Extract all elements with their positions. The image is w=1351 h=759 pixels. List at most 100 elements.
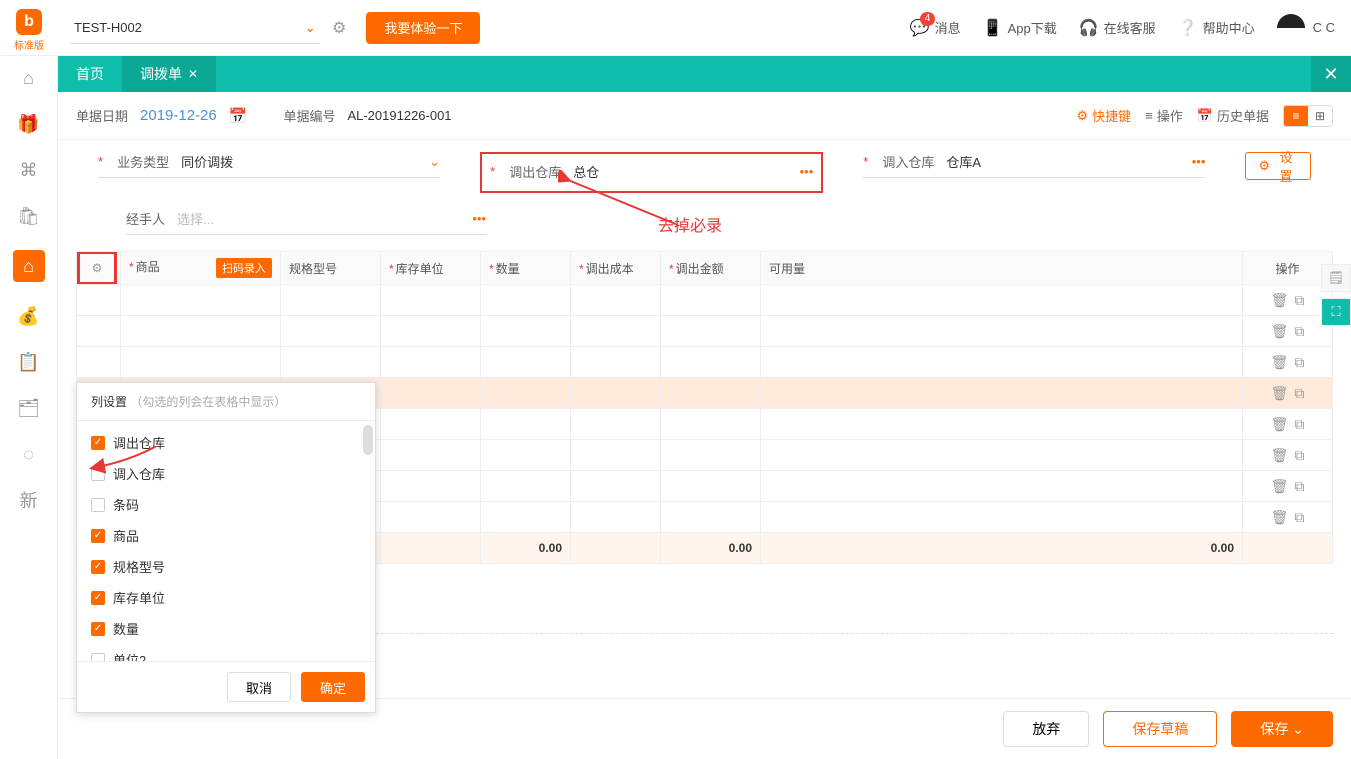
col-out-cost[interactable]: *调出成本 (571, 252, 661, 285)
delete-icon[interactable]: 🗑 (1271, 292, 1289, 308)
biz-type-field[interactable]: * 业务类型 同价调拨 ⌄ (98, 152, 440, 178)
table-row[interactable]: 🗑⧉ (77, 316, 1333, 347)
copy-icon[interactable]: ⧉ (1294, 416, 1304, 432)
doc-date-value[interactable]: 2019-12-26 (140, 107, 217, 124)
checkbox-icon[interactable]: ✓ (91, 622, 105, 636)
online-service-link[interactable]: 🎧 在线客服 (1079, 18, 1156, 38)
column-option[interactable]: 调入仓库 (77, 458, 375, 489)
delete-icon[interactable]: 🗑 (1271, 509, 1289, 525)
scrollbar-thumb[interactable] (363, 425, 373, 455)
popover-hint: （勾选的列会在表格中显示） (130, 395, 286, 409)
rail-tag-icon[interactable]: ⌘ (17, 158, 41, 182)
help-icon: ❔ (1178, 18, 1198, 38)
close-all-tabs-icon[interactable]: ✕ (1311, 56, 1351, 92)
copy-icon[interactable]: ⧉ (1294, 447, 1304, 463)
delete-icon[interactable]: 🗑 (1271, 447, 1289, 463)
save-draft-button[interactable]: 保存草稿 (1103, 711, 1217, 747)
gear-icon: ⚙ (1258, 158, 1270, 174)
in-warehouse-field[interactable]: * 调入仓库 仓库A ••• (863, 152, 1205, 178)
messages-badge: 4 (920, 12, 936, 26)
scan-input-tag[interactable]: 扫码录入 (216, 258, 272, 278)
out-warehouse-field[interactable]: * 调出仓库 总仓 ••• (480, 152, 823, 193)
table-row[interactable]: 🗑⧉ (77, 285, 1333, 316)
handler-field[interactable]: 经手人 选择... ••• (126, 209, 486, 235)
view-grid-icon[interactable]: ⊞ (1308, 106, 1332, 126)
rail-contacts-icon[interactable]: 🗂 (17, 396, 41, 420)
chevron-down-icon[interactable]: ⌄ (429, 154, 440, 170)
copy-icon[interactable]: ⧉ (1294, 292, 1304, 308)
checkbox-icon[interactable]: ✓ (91, 591, 105, 605)
doc-no-label: 单据编号 (283, 106, 335, 125)
delete-icon[interactable]: 🗑 (1271, 354, 1289, 370)
table-row[interactable]: 🗑⧉ (77, 347, 1333, 378)
col-out-amount[interactable]: *调出金额 (661, 252, 761, 285)
tab-transfer-order[interactable]: 调拨单 ✕ (122, 56, 216, 92)
delete-icon[interactable]: 🗑 (1271, 416, 1289, 432)
popover-confirm-button[interactable]: 确定 (301, 672, 365, 702)
close-icon[interactable]: ✕ (188, 67, 198, 81)
tab-home[interactable]: 首页 (58, 56, 122, 92)
rail-money-icon[interactable]: 💰 (17, 304, 41, 328)
popover-cancel-button[interactable]: 取消 (227, 672, 291, 702)
messages-link[interactable]: 💬 消息 4 (910, 18, 961, 38)
delete-icon[interactable]: 🗑 (1271, 385, 1289, 401)
copy-icon[interactable]: ⧉ (1294, 385, 1304, 401)
rail-more-icon[interactable]: ◌ (17, 442, 41, 466)
side-expand-icon[interactable]: ⛶ (1321, 298, 1351, 326)
checkbox-icon[interactable]: ✓ (91, 560, 105, 574)
column-option[interactable]: ✓商品 (77, 520, 375, 551)
rail-bag-icon[interactable]: 🛍 (17, 204, 41, 228)
save-button[interactable]: 保存 ⌄ (1231, 711, 1333, 747)
experience-button[interactable]: 我要体验一下 (366, 12, 480, 44)
checkbox-icon[interactable] (91, 498, 105, 512)
col-unit[interactable]: *库存单位 (381, 252, 481, 285)
operate-action[interactable]: ≡操作 (1145, 106, 1183, 125)
gear-icon[interactable]: ⚙ (332, 18, 346, 38)
col-available[interactable]: 可用量 (761, 252, 1243, 285)
copy-icon[interactable]: ⧉ (1294, 478, 1304, 494)
copy-icon[interactable]: ⧉ (1294, 509, 1304, 525)
view-list-icon[interactable]: ≡ (1284, 106, 1308, 126)
checkbox-icon[interactable] (91, 653, 105, 662)
app-download-link[interactable]: 📱 App下载 (983, 18, 1057, 38)
col-product[interactable]: *商品扫码录入 (121, 252, 281, 285)
view-toggle[interactable]: ≡ ⊞ (1283, 105, 1333, 127)
delete-icon[interactable]: 🗑 (1271, 323, 1289, 339)
column-option[interactable]: 条码 (77, 489, 375, 520)
user-avatar[interactable] (1277, 14, 1305, 42)
copy-icon[interactable]: ⧉ (1294, 354, 1304, 370)
column-option[interactable]: ✓库存单位 (77, 582, 375, 613)
col-qty[interactable]: *数量 (481, 252, 571, 285)
more-icon[interactable]: ••• (800, 164, 814, 179)
settings-button[interactable]: ⚙ 设置 (1245, 152, 1311, 180)
side-notes-icon[interactable]: 🗒 (1321, 264, 1351, 292)
calendar-icon: 📅 (1197, 108, 1213, 124)
checkbox-icon[interactable]: ✓ (91, 436, 105, 450)
more-icon[interactable]: ••• (1192, 154, 1206, 169)
more-icon[interactable]: ••• (472, 211, 486, 226)
username-label: C C (1313, 20, 1335, 35)
checkbox-icon[interactable]: ✓ (91, 529, 105, 543)
col-spec[interactable]: 规格型号 (281, 252, 381, 285)
column-option[interactable]: ✓规格型号 (77, 551, 375, 582)
rail-warehouse-icon[interactable]: ⌂ (13, 250, 45, 282)
column-option[interactable]: 单位2 (77, 644, 375, 661)
column-settings-gear-icon[interactable]: ⚙ (92, 261, 103, 275)
discard-button[interactable]: 放弃 (1003, 711, 1089, 747)
checkbox-icon[interactable] (91, 467, 105, 481)
delete-icon[interactable]: 🗑 (1271, 478, 1289, 494)
history-action[interactable]: 📅历史单据 (1197, 106, 1269, 125)
rail-gift-icon[interactable]: 🎁 (17, 112, 41, 136)
column-option[interactable]: ✓调出仓库 (77, 427, 375, 458)
doc-no-value: AL-20191226-001 (347, 108, 451, 123)
rail-new-icon[interactable]: 新 (17, 488, 41, 512)
app-edition-label: 标准版 (14, 37, 44, 52)
rail-home-icon[interactable]: ⌂ (17, 66, 41, 90)
help-center-link[interactable]: ❔ 帮助中心 (1178, 18, 1255, 38)
copy-icon[interactable]: ⧉ (1294, 323, 1304, 339)
org-selector[interactable]: TEST-H002 ⌄ (70, 12, 320, 44)
column-option[interactable]: ✓数量 (77, 613, 375, 644)
rail-clipboard-icon[interactable]: 📋 (17, 350, 41, 374)
shortcut-action[interactable]: ⚙快捷键 (1077, 106, 1132, 125)
calendar-icon[interactable]: 📅 (229, 107, 248, 125)
